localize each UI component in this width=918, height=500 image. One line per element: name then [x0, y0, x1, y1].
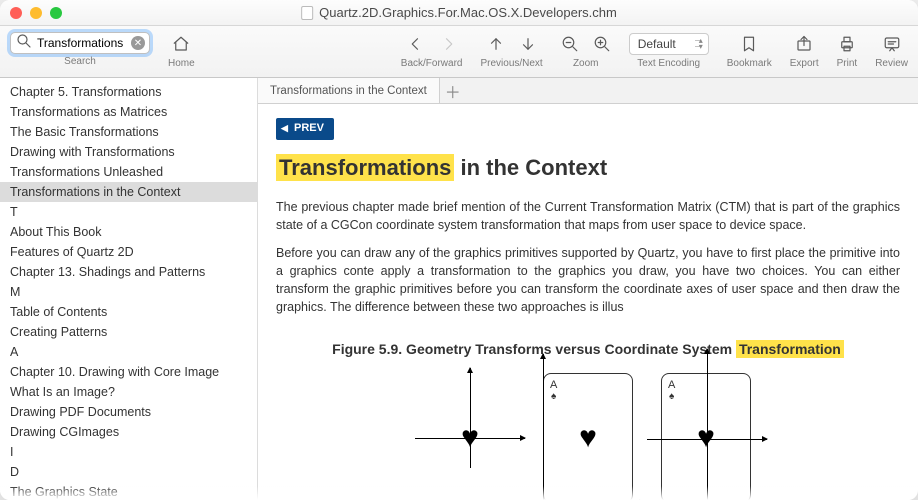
- sidebar-item[interactable]: Chapter 13. Shadings and Patterns: [0, 262, 257, 282]
- sidebar-item[interactable]: About This Book: [0, 222, 257, 242]
- sidebar-item[interactable]: D: [0, 462, 257, 482]
- app-window: Quartz.2D.Graphics.For.Mac.OS.X.Develope…: [0, 0, 918, 500]
- encoding-value: Default: [638, 37, 676, 51]
- review-group: Review: [875, 32, 908, 69]
- window-controls: [10, 7, 62, 19]
- review-label: Review: [875, 58, 908, 69]
- body: Chapter 5. TransformationsTransformation…: [0, 78, 918, 500]
- window-title-text: Quartz.2D.Graphics.For.Mac.OS.X.Develope…: [319, 5, 617, 20]
- bookmark-button[interactable]: [740, 35, 758, 53]
- toolbar: ✕ Search Home Back/Forward: [0, 26, 918, 78]
- zoom-in-button[interactable]: [593, 35, 611, 53]
- paragraph: Before you can draw any of the graphics …: [276, 244, 900, 317]
- tab[interactable]: Transformations in the Context: [258, 78, 440, 103]
- sidebar-item[interactable]: The Basic Transformations: [0, 122, 257, 142]
- sidebar-item[interactable]: M: [0, 282, 257, 302]
- backforward-label: Back/Forward: [401, 58, 463, 69]
- sidebar-item[interactable]: Features of Quartz 2D: [0, 242, 257, 262]
- search-label: Search: [64, 56, 96, 67]
- forward-button: [439, 35, 457, 53]
- prev-button[interactable]: [487, 35, 505, 53]
- sidebar-item[interactable]: I: [0, 442, 257, 462]
- zoom-group: Zoom: [561, 32, 611, 69]
- paragraph: The previous chapter made brief mention …: [276, 198, 900, 234]
- window-title: Quartz.2D.Graphics.For.Mac.OS.X.Develope…: [301, 5, 617, 20]
- page-content[interactable]: PREV Transformations in the Context The …: [258, 104, 918, 500]
- title-rest: in the Context: [454, 155, 607, 180]
- document-icon: [301, 6, 313, 20]
- sidebar-item[interactable]: Transformations Unleashed: [0, 162, 257, 182]
- figure-card-right: A♠ ♥: [661, 373, 751, 500]
- search-input[interactable]: [37, 36, 127, 50]
- encoding-label: Text Encoding: [637, 58, 700, 69]
- axis-y: [470, 368, 471, 468]
- sidebar-item[interactable]: Transformations as Matrices: [0, 102, 257, 122]
- bookmark-group: Bookmark: [727, 32, 772, 69]
- prevnext-label: Previous/Next: [480, 58, 542, 69]
- card-corner: A♠: [668, 380, 675, 402]
- print-label: Print: [837, 58, 858, 69]
- sidebar-item[interactable]: The Graphics State: [0, 482, 257, 500]
- back-button[interactable]: [407, 35, 425, 53]
- review-button[interactable]: [883, 35, 901, 53]
- content-area: Transformations in the Context ＋ PREV Tr…: [258, 78, 918, 500]
- sidebar-item[interactable]: Drawing PDF Documents: [0, 402, 257, 422]
- sidebar-item[interactable]: Transformations in the Context: [0, 182, 257, 202]
- home-group: Home: [168, 32, 195, 69]
- sidebar-item[interactable]: What Is an Image?: [0, 382, 257, 402]
- minimize-window-button[interactable]: [30, 7, 42, 19]
- figure-axes-left: ♥: [425, 373, 515, 500]
- home-button[interactable]: [172, 35, 190, 53]
- titlebar: Quartz.2D.Graphics.For.Mac.OS.X.Develope…: [0, 0, 918, 26]
- sidebar-item[interactable]: Chapter 10. Drawing with Core Image: [0, 362, 257, 382]
- figure-caption: Figure 5.9. Geometry Transforms versus C…: [276, 339, 900, 359]
- title-highlight: Transformations: [276, 154, 454, 181]
- sidebar-item[interactable]: A: [0, 342, 257, 362]
- sidebar-item[interactable]: Chapter 5. Transformations: [0, 82, 257, 102]
- backforward-group: Back/Forward: [401, 32, 463, 69]
- clear-search-icon[interactable]: ✕: [131, 36, 145, 50]
- figcap-text: Figure 5.9. Geometry Transforms versus C…: [332, 341, 736, 357]
- home-label: Home: [168, 58, 195, 69]
- prev-page-button[interactable]: PREV: [276, 118, 334, 140]
- heart-icon: ♥: [579, 423, 597, 453]
- add-tab-button[interactable]: ＋: [440, 78, 466, 103]
- search-icon: [15, 32, 33, 55]
- print-group: Print: [837, 32, 858, 69]
- zoom-label: Zoom: [573, 58, 599, 69]
- export-label: Export: [790, 58, 819, 69]
- close-window-button[interactable]: [10, 7, 22, 19]
- export-group: Export: [790, 32, 819, 69]
- zoom-window-button[interactable]: [50, 7, 62, 19]
- sidebar-item[interactable]: Drawing with Transformations: [0, 142, 257, 162]
- tab-bar: Transformations in the Context ＋: [258, 78, 918, 104]
- page-title: Transformations in the Context: [276, 152, 900, 184]
- print-button[interactable]: [838, 35, 856, 53]
- heart-icon: ♥: [697, 423, 715, 453]
- sidebar-item[interactable]: T: [0, 202, 257, 222]
- next-button[interactable]: [519, 35, 537, 53]
- axis-y: [543, 354, 544, 500]
- search-field[interactable]: ✕: [10, 32, 150, 54]
- figure: ♥ A♠ ♥ A♠ ♥: [276, 373, 900, 500]
- sidebar-item[interactable]: Creating Patterns: [0, 322, 257, 342]
- sidebar-item[interactable]: Table of Contents: [0, 302, 257, 322]
- sidebar[interactable]: Chapter 5. TransformationsTransformation…: [0, 78, 258, 500]
- card-corner: A♠: [550, 380, 557, 402]
- figcap-highlight: Transformation: [736, 340, 844, 358]
- encoding-group: Default ▴▾ Text Encoding: [629, 32, 709, 69]
- figure-card-center: A♠ ♥: [543, 373, 633, 500]
- sidebar-item[interactable]: Drawing CGImages: [0, 422, 257, 442]
- search-group: ✕ Search: [10, 32, 150, 67]
- axis-y: [707, 349, 708, 500]
- zoom-out-button[interactable]: [561, 35, 579, 53]
- export-button[interactable]: [795, 35, 813, 53]
- chevron-updown-icon: ▴▾: [699, 38, 703, 50]
- encoding-select[interactable]: Default ▴▾: [629, 33, 709, 55]
- prevnext-group: Previous/Next: [480, 32, 542, 69]
- bookmark-label: Bookmark: [727, 58, 772, 69]
